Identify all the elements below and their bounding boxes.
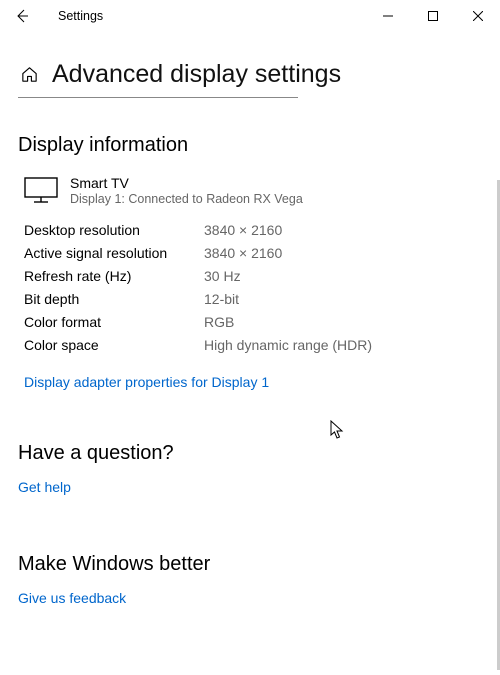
spec-row: Bit depth 12-bit [24,291,482,307]
arrow-left-icon [14,8,30,24]
display-device-text: Smart TV Display 1: Connected to Radeon … [70,175,303,206]
spec-label: Bit depth [24,291,204,307]
minimize-button[interactable] [365,0,410,32]
feedback-heading: Make Windows better [18,553,482,576]
spec-value: RGB [204,314,234,330]
maximize-icon [428,11,438,21]
display-device-sub: Display 1: Connected to Radeon RX Vega [70,192,303,206]
spec-label: Refresh rate (Hz) [24,268,204,284]
window-title: Settings [58,9,103,23]
content-area: Advanced display settings Display inform… [0,32,500,608]
display-adapter-link[interactable]: Display adapter properties for Display 1 [24,374,269,390]
home-icon [20,65,39,84]
minimize-icon [383,11,393,21]
home-button[interactable] [18,64,40,86]
monitor-icon [24,177,58,203]
page-title: Advanced display settings [52,60,341,89]
spec-label: Active signal resolution [24,245,204,261]
question-section: Have a question? Get help [18,442,482,497]
spec-row: Desktop resolution 3840 × 2160 [24,222,482,238]
spec-row: Refresh rate (Hz) 30 Hz [24,268,482,284]
back-button[interactable] [8,0,36,32]
spec-grid: Desktop resolution 3840 × 2160 Active si… [24,222,482,353]
spec-value: 30 Hz [204,268,241,284]
close-button[interactable] [455,0,500,32]
get-help-link[interactable]: Get help [18,479,71,495]
feedback-section: Make Windows better Give us feedback [18,553,482,608]
spec-value: High dynamic range (HDR) [204,337,372,353]
spec-label: Color format [24,314,204,330]
spec-label: Color space [24,337,204,353]
page-header: Advanced display settings [18,60,482,89]
display-device-name: Smart TV [70,175,303,191]
give-feedback-link[interactable]: Give us feedback [18,590,126,606]
display-info-heading: Display information [18,134,482,157]
spec-row: Active signal resolution 3840 × 2160 [24,245,482,261]
titlebar: Settings [0,0,500,32]
window-controls [365,0,500,32]
close-icon [473,11,483,21]
spec-row: Color format RGB [24,314,482,330]
display-device-block: Smart TV Display 1: Connected to Radeon … [24,175,482,206]
spec-row: Color space High dynamic range (HDR) [24,337,482,353]
spec-value: 3840 × 2160 [204,222,282,238]
question-heading: Have a question? [18,442,482,465]
spec-label: Desktop resolution [24,222,204,238]
spec-value: 12-bit [204,291,239,307]
title-underline [18,97,298,98]
maximize-button[interactable] [410,0,455,32]
spec-value: 3840 × 2160 [204,245,282,261]
